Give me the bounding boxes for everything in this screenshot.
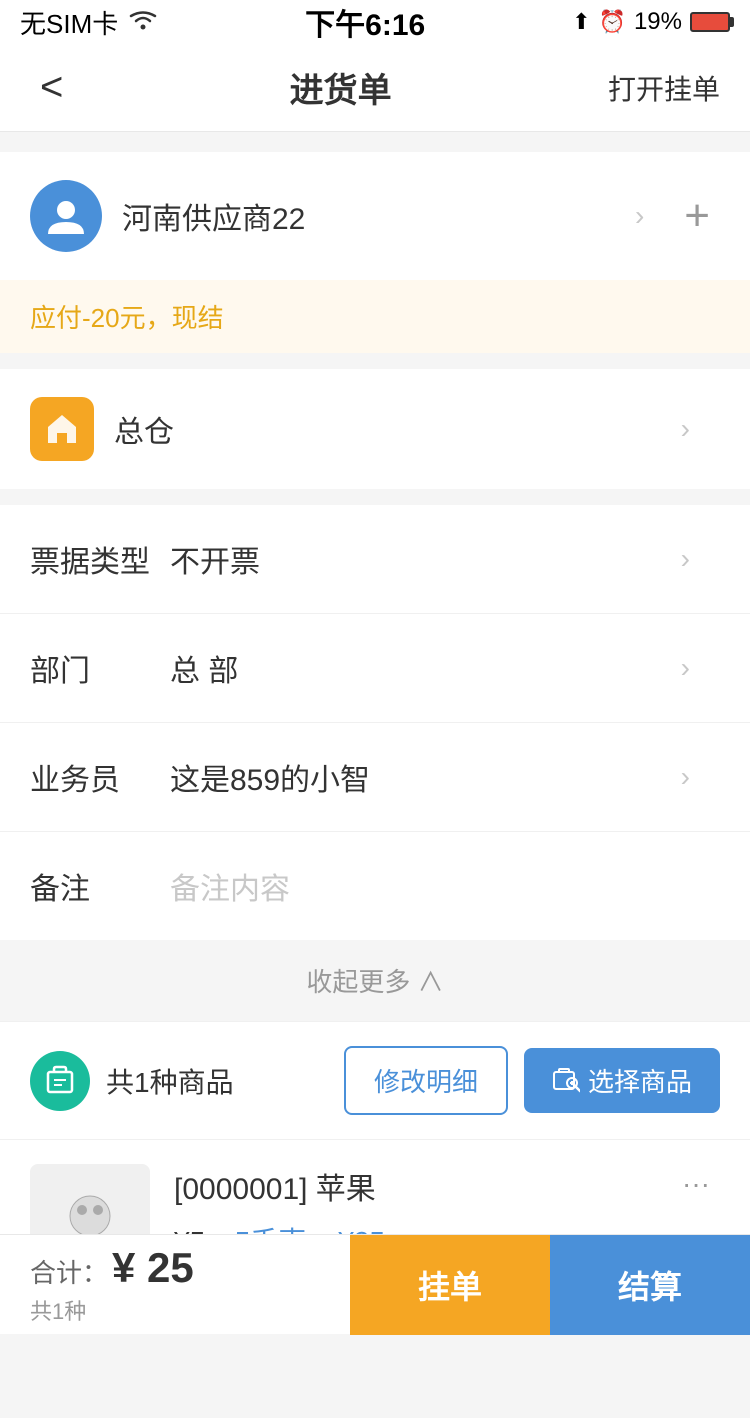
select-product-label: 选择商品	[588, 1062, 692, 1099]
notice-bar: 应付-20元，现结	[0, 280, 750, 353]
products-count: 共1种商品	[106, 1061, 344, 1101]
total-amount: ¥ 25	[112, 1244, 194, 1292]
remark-label: 备注	[30, 864, 170, 908]
supplier-name: 河南供应商22	[122, 194, 635, 238]
status-bar-left: 无SIM卡	[20, 4, 158, 41]
battery-percent: 19%	[634, 8, 682, 36]
invoice-type-value: 不开票	[170, 537, 681, 581]
salesman-label: 业务员	[30, 755, 170, 799]
section-divider-2	[0, 353, 750, 369]
section-divider-1	[0, 132, 750, 152]
invoice-type-label: 票据类型	[30, 537, 170, 581]
total-count: 共1种	[30, 1294, 320, 1326]
bottom-bar: 合计： ¥ 25 共1种 挂单 结算	[0, 1234, 750, 1334]
salesman-chevron-icon: ›	[681, 761, 690, 793]
nav-bar: < 进货单 打开挂单	[0, 44, 750, 132]
form-section: 票据类型 不开票 › 部门 总 部 › 业务员 这是859的小智 › 备注 备注…	[0, 505, 750, 940]
supplier-row[interactable]: 河南供应商22 › +	[0, 152, 750, 280]
warehouse-row[interactable]: 总仓 ›	[0, 369, 750, 489]
status-bar-right: ⬆ ⏰ 19%	[572, 8, 730, 36]
edit-detail-button[interactable]: 修改明细	[344, 1046, 508, 1115]
invoice-type-row[interactable]: 票据类型 不开票 ›	[0, 505, 750, 614]
product-name: [0000001] 苹果	[174, 1164, 672, 1208]
department-chevron-icon: ›	[681, 652, 690, 684]
products-header: 共1种商品 修改明细 选择商品	[0, 1021, 750, 1139]
location-icon: ⬆	[572, 9, 590, 35]
salesman-value: 这是859的小智	[170, 755, 681, 799]
select-product-button[interactable]: 选择商品	[524, 1048, 720, 1113]
add-supplier-button[interactable]: +	[674, 191, 720, 241]
supplier-avatar	[30, 180, 102, 252]
battery-icon	[690, 12, 730, 32]
salesman-row[interactable]: 业务员 这是859的小智 ›	[0, 723, 750, 832]
total-label: 合计：	[30, 1253, 108, 1290]
department-label: 部门	[30, 646, 170, 690]
warehouse-chevron-icon: ›	[681, 413, 690, 445]
warehouse-name: 总仓	[114, 407, 681, 451]
alarm-icon: ⏰	[599, 9, 626, 35]
invoice-chevron-icon: ›	[681, 543, 690, 575]
remark-row[interactable]: 备注 备注内容	[0, 832, 750, 940]
total-section: 合计： ¥ 25 共1种	[0, 1244, 350, 1326]
product-more-button[interactable]: ···	[672, 1164, 720, 1204]
supplier-chevron-icon: ›	[635, 200, 644, 232]
department-row[interactable]: 部门 总 部 ›	[0, 614, 750, 723]
carrier-text: 无SIM卡	[20, 4, 118, 41]
back-button[interactable]: <	[30, 55, 73, 120]
hold-button[interactable]: 挂单	[350, 1235, 550, 1335]
page-title: 进货单	[290, 63, 392, 112]
open-hold-button[interactable]: 打开挂单	[608, 68, 720, 108]
wifi-icon	[128, 7, 158, 38]
collapse-bar[interactable]: 收起更多 ∧	[0, 940, 750, 1021]
remark-placeholder[interactable]: 备注内容	[170, 864, 720, 908]
products-icon	[30, 1051, 90, 1111]
main-content: 河南供应商22 › + 应付-20元，现结 总仓 › 票据类型 不开票 › 部门…	[0, 132, 750, 1418]
status-bar: 无SIM卡 下午6:16 ⬆ ⏰ 19%	[0, 0, 750, 44]
status-bar-time: 下午6:16	[305, 0, 425, 44]
settle-button[interactable]: 结算	[550, 1235, 750, 1335]
department-value: 总 部	[170, 646, 681, 690]
warehouse-icon	[30, 397, 94, 461]
